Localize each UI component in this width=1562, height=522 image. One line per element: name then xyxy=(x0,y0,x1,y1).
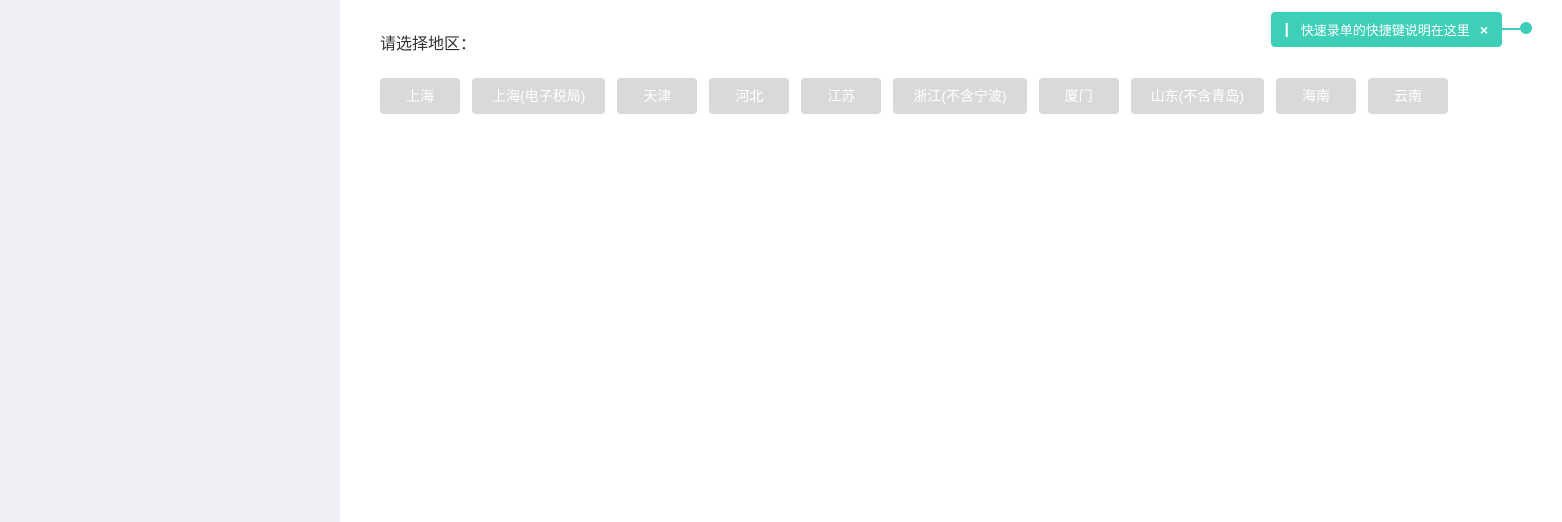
region-button[interactable]: 上海 xyxy=(380,78,460,114)
tooltip-banner: 快速录单的快捷键说明在这里 × xyxy=(1271,12,1502,47)
sidebar xyxy=(0,0,340,522)
tooltip-text: 快速录单的快捷键说明在这里 xyxy=(1301,20,1470,39)
region-button[interactable]: 上海(电子税局) xyxy=(472,78,605,114)
region-button[interactable]: 天津 xyxy=(617,78,697,114)
region-button[interactable]: 江苏 xyxy=(801,78,881,114)
tooltip-dot xyxy=(1520,22,1532,34)
region-button[interactable]: 海南 xyxy=(1276,78,1356,114)
main-content: 请选择地区： 上海上海(电子税局)天津河北江苏浙江(不含宁波)厦门山东(不含青岛… xyxy=(340,0,1562,522)
region-grid: 上海上海(电子税局) 天津河北江苏浙江(不含宁波) 厦门山东(不含青岛) 海南云南 xyxy=(380,78,1522,114)
tooltip-close-button[interactable]: × xyxy=(1480,22,1488,38)
region-button[interactable]: 云南 xyxy=(1368,78,1448,114)
region-button[interactable]: 厦门 xyxy=(1039,78,1119,114)
region-button[interactable]: 河北 xyxy=(709,78,789,114)
region-button[interactable]: 山东(不含青岛) xyxy=(1131,78,1264,114)
tooltip-line xyxy=(1500,28,1520,30)
region-button[interactable]: 浙江(不含宁波) xyxy=(893,78,1026,114)
